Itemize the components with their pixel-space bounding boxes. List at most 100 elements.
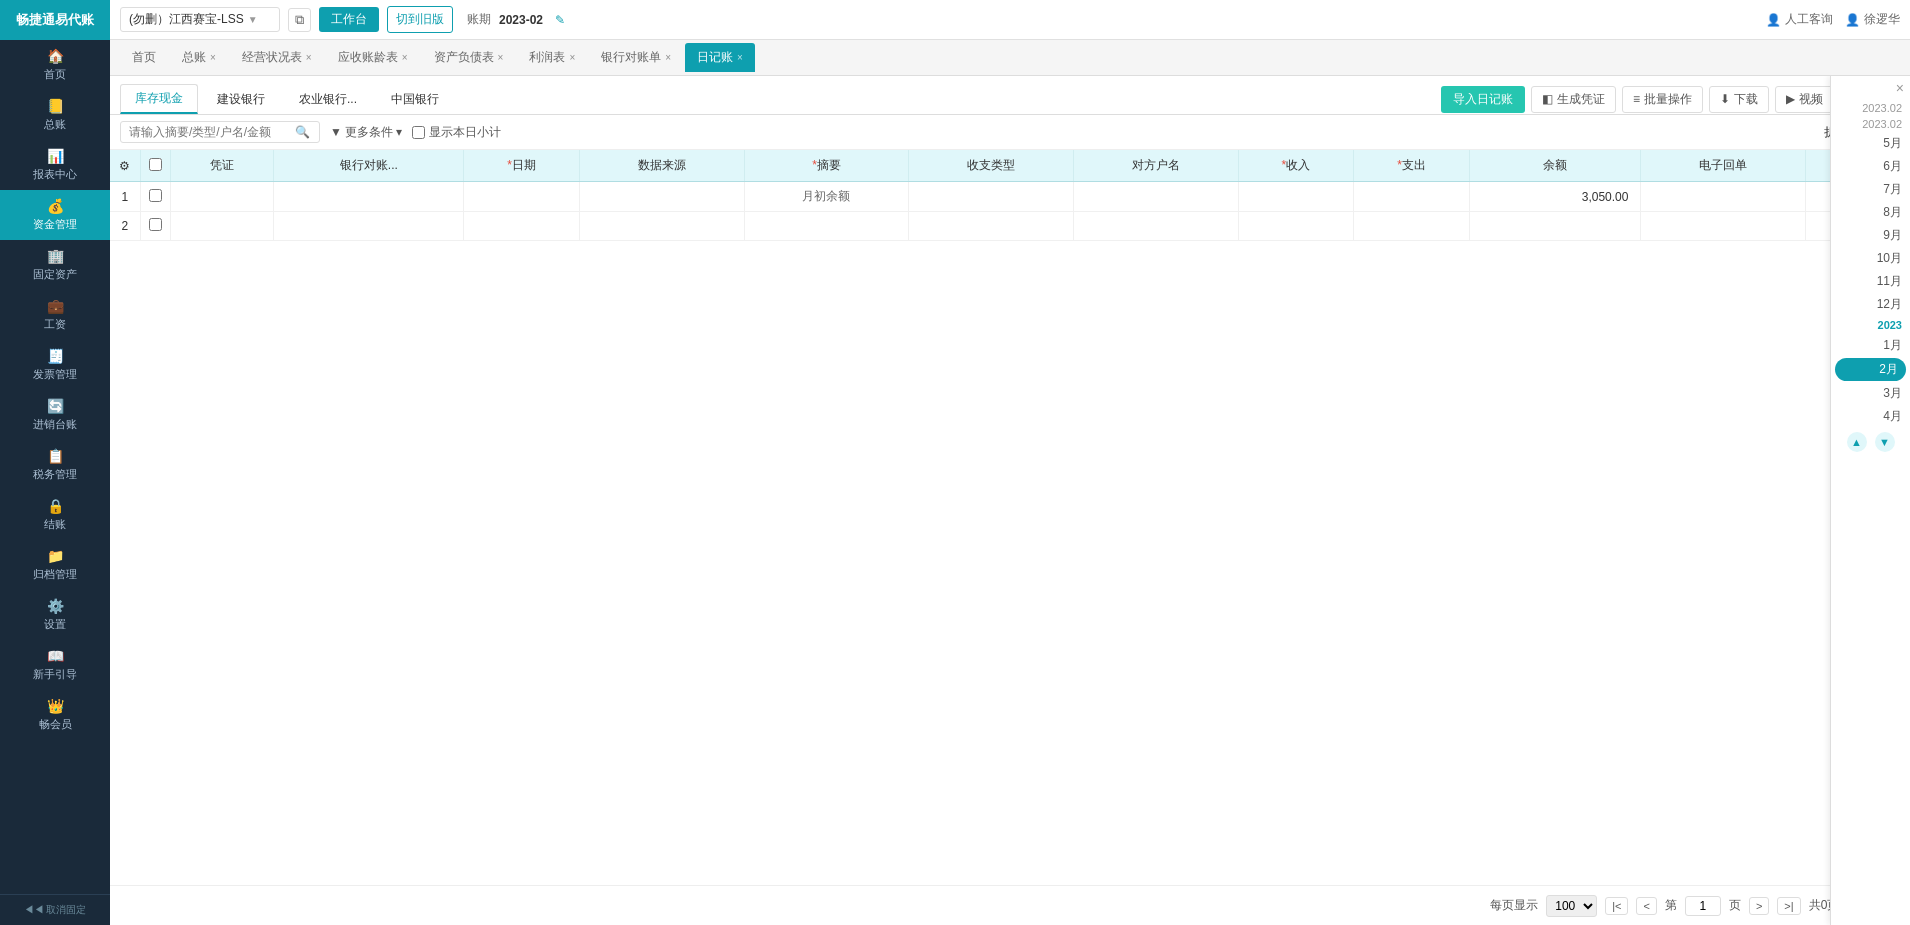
date-month-11[interactable]: 11月 — [1831, 270, 1910, 293]
sidebar-item-member[interactable]: 👑 畅会员 — [0, 690, 110, 740]
tab-profit-close[interactable]: × — [569, 52, 575, 63]
th-checkbox[interactable] — [140, 150, 170, 182]
date-month-10[interactable]: 10月 — [1831, 247, 1910, 270]
prev-page-button[interactable]: < — [1636, 897, 1656, 915]
tab-home-label: 首页 — [132, 49, 156, 66]
copy-button[interactable]: ⧉ — [288, 8, 311, 32]
unpin-label: 取消固定 — [46, 904, 86, 915]
unpin-button[interactable]: ◀◀ 取消固定 — [0, 894, 110, 925]
date-month-1[interactable]: 1月 — [1831, 334, 1910, 357]
select-all-checkbox[interactable] — [149, 158, 162, 171]
sidebar-item-guide[interactable]: 📖 新手引导 — [0, 640, 110, 690]
app-logo: 畅捷通易代账 — [0, 0, 110, 40]
th-balance: 余额 — [1469, 150, 1641, 182]
tab-ledger-close[interactable]: × — [210, 52, 216, 63]
import-journal-button[interactable]: 导入日记账 — [1441, 86, 1525, 113]
tab-receivables-close[interactable]: × — [402, 52, 408, 63]
sidebar-item-assets[interactable]: 🏢 固定资产 — [0, 240, 110, 290]
sidebar-item-salary[interactable]: 💼 工资 — [0, 290, 110, 340]
tab-home[interactable]: 首页 — [120, 43, 168, 72]
tab-bank-statement-close[interactable]: × — [665, 52, 671, 63]
page-size-select[interactable]: 100 50 20 10 — [1546, 895, 1597, 917]
th-settings[interactable]: ⚙ — [110, 150, 140, 182]
generate-voucher-button[interactable]: ◧ 生成凭证 — [1531, 86, 1616, 113]
tab-business-status-close[interactable]: × — [306, 52, 312, 63]
sidebar-item-closing[interactable]: 🔒 结账 — [0, 490, 110, 540]
table-header-row: ⚙ 凭证 银行对账... *日期 数据来源 *摘要 收支类型 对方户名 *收入 … — [110, 150, 1910, 182]
more-conditions-button[interactable]: ▼ 更多条件 ▾ — [330, 124, 402, 141]
sidebar-item-invoice[interactable]: 🧾 发票管理 — [0, 340, 110, 390]
support-label: 人工客询 — [1785, 11, 1833, 28]
current-year-label: 2023 — [1831, 316, 1910, 334]
old-version-button[interactable]: 切到旧版 — [387, 6, 453, 33]
date-month-6[interactable]: 6月 — [1831, 155, 1910, 178]
date-month-7[interactable]: 7月 — [1831, 178, 1910, 201]
sub-tab-boc[interactable]: 中国银行 — [376, 85, 454, 114]
date-nav-down[interactable]: ▼ — [1875, 432, 1895, 452]
td-date — [464, 182, 580, 212]
user-menu[interactable]: 👤 徐逻华 — [1845, 11, 1900, 28]
tab-bank-statement[interactable]: 银行对账单 × — [589, 43, 683, 72]
sidebar-item-purchase-sales[interactable]: 🔄 进销台账 — [0, 390, 110, 440]
date-month-2[interactable]: 2月 — [1835, 358, 1906, 381]
first-page-button[interactable]: |< — [1605, 897, 1628, 915]
sub-tab-ccb[interactable]: 建设银行 — [202, 85, 280, 114]
company-name: (勿删）江西赛宝-LSS — [129, 11, 244, 28]
show-daily-total-checkbox[interactable]: 显示本日小计 — [412, 124, 501, 141]
date-month-5[interactable]: 5月 — [1831, 132, 1910, 155]
search-box[interactable]: 🔍 — [120, 121, 320, 143]
sidebar-item-tax[interactable]: 📋 税务管理 — [0, 440, 110, 490]
batch-operation-button[interactable]: ≡ 批量操作 — [1622, 86, 1703, 113]
tab-ledger[interactable]: 总账 × — [170, 43, 228, 72]
date-month-8[interactable]: 8月 — [1831, 201, 1910, 224]
date-nav-up[interactable]: ▲ — [1847, 432, 1867, 452]
tab-profit[interactable]: 利润表 × — [517, 43, 587, 72]
page-input[interactable] — [1685, 896, 1721, 916]
next-page-button[interactable]: > — [1749, 897, 1769, 915]
td-voucher — [170, 212, 274, 241]
sidebar-item-ledger[interactable]: 📒 总账 — [0, 90, 110, 140]
journal-table-container: ⚙ 凭证 银行对账... *日期 数据来源 *摘要 收支类型 对方户名 *收入 … — [110, 150, 1910, 885]
tab-journal[interactable]: 日记账 × — [685, 43, 755, 72]
tab-business-status[interactable]: 经营状况表 × — [230, 43, 324, 72]
sub-tab-cash[interactable]: 库存现金 — [120, 84, 198, 114]
tab-assets-liabilities-close[interactable]: × — [498, 52, 504, 63]
tab-profit-label: 利润表 — [529, 49, 565, 66]
search-input[interactable] — [129, 125, 289, 139]
sidebar-item-label: 进销台账 — [33, 417, 77, 432]
period-edit-icon[interactable]: ✎ — [555, 13, 565, 27]
sidebar-item-finance[interactable]: 💰 资金管理 — [0, 190, 110, 240]
tab-journal-close[interactable]: × — [737, 52, 743, 63]
table-footer: 每页显示 100 50 20 10 |< < 第 页 > >| 共0页，0条记录 — [110, 885, 1910, 925]
show-daily-total-input[interactable] — [412, 126, 425, 139]
company-dropdown-arrow: ▼ — [248, 14, 258, 25]
row-checkbox[interactable] — [149, 218, 162, 231]
date-month-4[interactable]: 4月 — [1831, 405, 1910, 428]
search-icon[interactable]: 🔍 — [295, 125, 310, 139]
video-button[interactable]: ▶ 视频 — [1775, 86, 1834, 113]
row-checkbox[interactable] — [149, 189, 162, 202]
support-button[interactable]: 👤 人工客询 — [1766, 11, 1833, 28]
download-label: 下载 — [1734, 91, 1758, 108]
th-e-receipt: 电子回单 — [1641, 150, 1806, 182]
date-month-3[interactable]: 3月 — [1831, 382, 1910, 405]
date-panel-close-button[interactable]: × — [1831, 76, 1910, 100]
sidebar-item-reports[interactable]: 📊 报表中心 — [0, 140, 110, 190]
last-page-button[interactable]: >| — [1777, 897, 1800, 915]
sidebar-item-label: 结账 — [44, 517, 66, 532]
date-month-12[interactable]: 12月 — [1831, 293, 1910, 316]
sidebar-item-home[interactable]: 🏠 首页 — [0, 40, 110, 90]
td-checkbox[interactable] — [140, 212, 170, 241]
td-e-receipt — [1641, 182, 1806, 212]
sub-tab-boc-label: 中国银行 — [391, 92, 439, 106]
download-button[interactable]: ⬇ 下载 — [1709, 86, 1769, 113]
sidebar-item-archive[interactable]: 📁 归档管理 — [0, 540, 110, 590]
sub-tab-abc[interactable]: 农业银行... — [284, 85, 372, 114]
td-checkbox[interactable] — [140, 182, 170, 212]
company-selector[interactable]: (勿删）江西赛宝-LSS ▼ — [120, 7, 280, 32]
tab-assets-liabilities[interactable]: 资产负债表 × — [422, 43, 516, 72]
date-month-9[interactable]: 9月 — [1831, 224, 1910, 247]
tab-receivables[interactable]: 应收账龄表 × — [326, 43, 420, 72]
sidebar-item-settings[interactable]: ⚙️ 设置 — [0, 590, 110, 640]
workspace-button[interactable]: 工作台 — [319, 7, 379, 32]
